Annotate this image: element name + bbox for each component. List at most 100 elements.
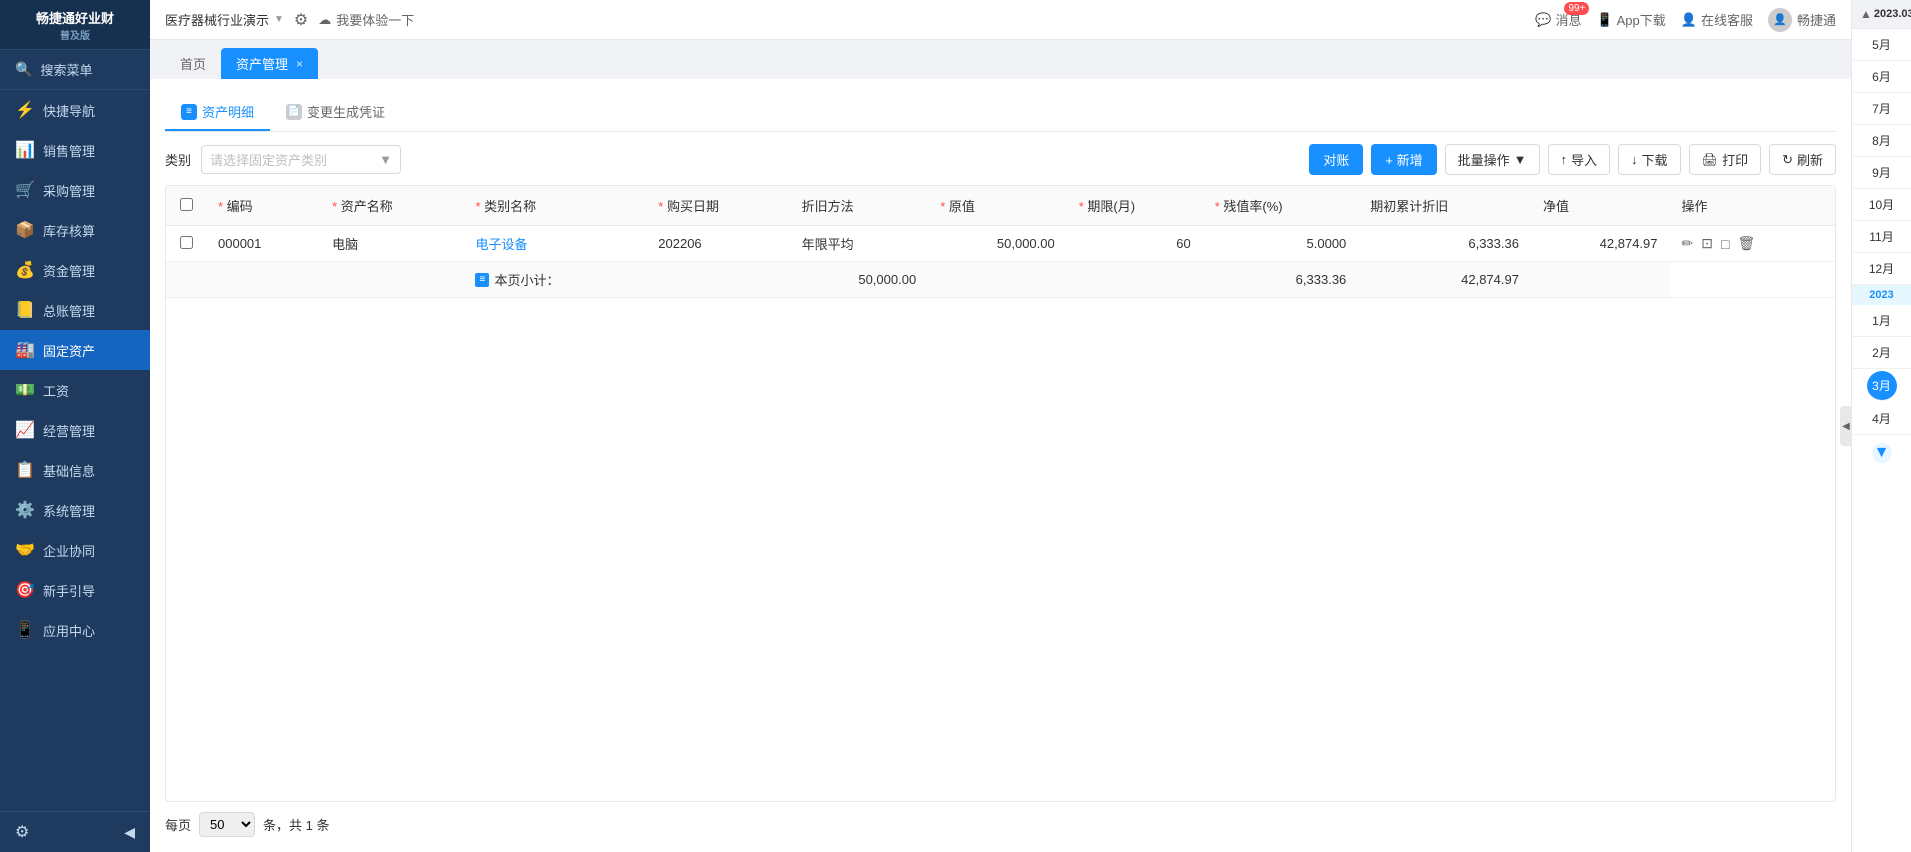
collapse-icon[interactable]: ◀ [124, 824, 135, 841]
header-name: * 资产名称 [320, 186, 463, 226]
header-checkbox[interactable] [166, 186, 206, 226]
header-initial-depreciation: 期初累计折旧 [1358, 186, 1531, 226]
change-voucher-label: 变更生成凭证 [307, 102, 385, 121]
refresh-icon: ↻ [1782, 152, 1793, 168]
copy-icon[interactable]: ⊡ [1701, 235, 1713, 252]
total-label: 条，共 1 条 [263, 815, 329, 834]
sidebar-item-purchase[interactable]: 🛒 采购管理 [0, 170, 150, 210]
month-7[interactable]: 7月 [1852, 93, 1911, 125]
experience-button[interactable]: ☁ 我要体验一下 [318, 10, 414, 29]
select-all-checkbox[interactable] [180, 198, 193, 211]
sidebar-item-operations[interactable]: 📈 经营管理 [0, 410, 150, 450]
main-area: 医疗器械行业演示 ▼ ⚙ ☁ 我要体验一下 💬 消息 99+ 📱 App下载 👤… [150, 0, 1851, 852]
per-page-select[interactable]: 50 100 200 [199, 812, 255, 837]
subtotal-row: ≡ 本页小计： 50,000.00 6,333.36 42,874.97 [166, 262, 1835, 298]
calendar-up-arrow[interactable]: ▲ [1858, 5, 1874, 23]
guide-icon: 🎯 [15, 580, 35, 600]
sidebar-item-system[interactable]: ⚙️ 系统管理 [0, 490, 150, 530]
topbar-settings-icon[interactable]: ⚙ [294, 10, 308, 30]
change-voucher-icon: 📄 [286, 104, 302, 120]
month-4[interactable]: 4月 [1852, 403, 1911, 435]
sidebar-item-enterprise[interactable]: 🤝 企业协同 [0, 530, 150, 570]
month-2[interactable]: 2月 [1852, 337, 1911, 369]
pagination-area: 每页 50 100 200 条，共 1 条 [165, 802, 1836, 837]
refresh-button[interactable]: ↻ 刷新 [1769, 144, 1836, 175]
subtotal-original-value: 50,000.00 [790, 262, 929, 298]
sidebar-item-label: 工资 [43, 381, 69, 400]
sidebar-item-guide[interactable]: 🎯 新手引导 [0, 570, 150, 610]
inventory-icon: 📦 [15, 220, 35, 240]
tab-close-icon[interactable]: × [296, 57, 303, 71]
sidebar-item-sales[interactable]: 📊 销售管理 [0, 130, 150, 170]
month-12[interactable]: 12月 [1852, 253, 1911, 285]
username: 畅捷通 [1797, 10, 1836, 29]
filter-category-select[interactable]: 请选择固定资产类别 ▼ [201, 145, 401, 174]
cell-original-value: 50,000.00 [928, 226, 1067, 262]
month-5[interactable]: 5月 [1852, 29, 1911, 61]
sidebar-item-funds[interactable]: 💰 资金管理 [0, 250, 150, 290]
toolbar-left: 类别 请选择固定资产类别 ▼ [165, 145, 401, 174]
subtotal-initial-depreciation: 6,333.36 [1203, 262, 1359, 298]
calendar-year: 2023.03 [1874, 8, 1911, 20]
batch-ops-arrow: ▼ [1514, 152, 1527, 167]
tab-asset-management[interactable]: 资产管理 × [221, 48, 318, 79]
subtotal-label-cell: ≡ 本页小计： [463, 262, 646, 298]
salary-icon: 💵 [15, 380, 35, 400]
batch-ops-button[interactable]: 批量操作 ▼ [1445, 144, 1540, 175]
asset-table-wrapper: * 编码 * 资产名称 * 类别名称 * 购买日期 折旧方法 * 原值 * 期限… [165, 185, 1836, 802]
experience-icon: ☁ [318, 12, 331, 28]
sidebar-item-app-center[interactable]: 📱 应用中心 [0, 610, 150, 650]
header-category: * 类别名称 [463, 186, 646, 226]
app-download-button[interactable]: 📱 App下载 [1596, 10, 1665, 29]
month-6[interactable]: 6月 [1852, 61, 1911, 93]
sidebar-item-basic-info[interactable]: 📋 基础信息 [0, 450, 150, 490]
cell-action: ✏ ⊡ □ 🗑 [1670, 226, 1835, 262]
asset-management-label: 资产管理 [236, 54, 288, 73]
month-10[interactable]: 10月 [1852, 189, 1911, 221]
header-net-value: 净值 [1531, 186, 1670, 226]
sidebar-item-label: 应用中心 [43, 621, 95, 640]
search-label: 搜索菜单 [40, 60, 92, 79]
row-checkbox-cell[interactable] [166, 226, 206, 262]
company-selector[interactable]: 医疗器械行业演示 ▼ [165, 10, 284, 29]
settings-icon[interactable]: ⚙ [15, 822, 29, 842]
detail-icon[interactable]: □ [1721, 236, 1729, 252]
subtab-change-voucher[interactable]: 📄 变更生成凭证 [270, 94, 401, 131]
import-button[interactable]: ↑ 导入 [1548, 144, 1611, 175]
online-service-button[interactable]: 👤 在线客服 [1681, 10, 1753, 29]
subtab-asset-detail[interactable]: ≡ 资产明细 [165, 94, 270, 131]
reconcile-button[interactable]: 对账 [1309, 144, 1363, 175]
month-9[interactable]: 9月 [1852, 157, 1911, 189]
sidebar-search[interactable]: 🔍 搜索菜单 [0, 50, 150, 90]
sidebar-item-quicknav[interactable]: ⚡ 快捷导航 [0, 90, 150, 130]
add-new-button[interactable]: + 新增 [1371, 144, 1436, 175]
tab-home[interactable]: 首页 [165, 48, 221, 79]
calendar-nav-down[interactable]: ▼ [1852, 435, 1911, 471]
sidebar-item-label: 经营管理 [43, 421, 95, 440]
delete-icon[interactable]: 🗑 [1737, 235, 1755, 252]
online-service-label: 在线客服 [1701, 10, 1753, 29]
messages-button[interactable]: 💬 消息 99+ [1535, 10, 1581, 29]
sidebar-item-fixed-assets[interactable]: 🏭 固定资产 [0, 330, 150, 370]
sidebar-item-inventory[interactable]: 📦 库存核算 [0, 210, 150, 250]
avatar-icon: 👤 [1773, 13, 1787, 26]
sidebar-item-label: 库存核算 [43, 221, 95, 240]
row-checkbox[interactable] [180, 236, 193, 249]
edit-icon[interactable]: ✏ [1682, 235, 1694, 252]
sidebar-item-salary[interactable]: 💵 工资 [0, 370, 150, 410]
app-title: 畅捷通好业财 [36, 8, 114, 27]
user-info[interactable]: 👤 畅捷通 [1768, 8, 1836, 32]
header-period: * 期限(月) [1067, 186, 1203, 226]
month-3-current[interactable]: 3月 [1867, 371, 1897, 401]
filter-placeholder: 请选择固定资产类别 [210, 150, 374, 169]
month-1[interactable]: 1月 [1852, 305, 1911, 337]
sidebar-item-ledger[interactable]: 📒 总账管理 [0, 290, 150, 330]
panel-toggle[interactable]: ◀ [1840, 406, 1852, 446]
download-button[interactable]: ↓ 下载 [1618, 144, 1681, 175]
top-bar: 医疗器械行业演示 ▼ ⚙ ☁ 我要体验一下 💬 消息 99+ 📱 App下载 👤… [150, 0, 1851, 40]
month-8[interactable]: 8月 [1852, 125, 1911, 157]
print-icon: 🖨 [1702, 152, 1719, 168]
print-button[interactable]: 🖨 打印 [1689, 144, 1762, 175]
nav-down-icon: ▼ [1872, 443, 1892, 463]
month-11[interactable]: 11月 [1852, 221, 1911, 253]
